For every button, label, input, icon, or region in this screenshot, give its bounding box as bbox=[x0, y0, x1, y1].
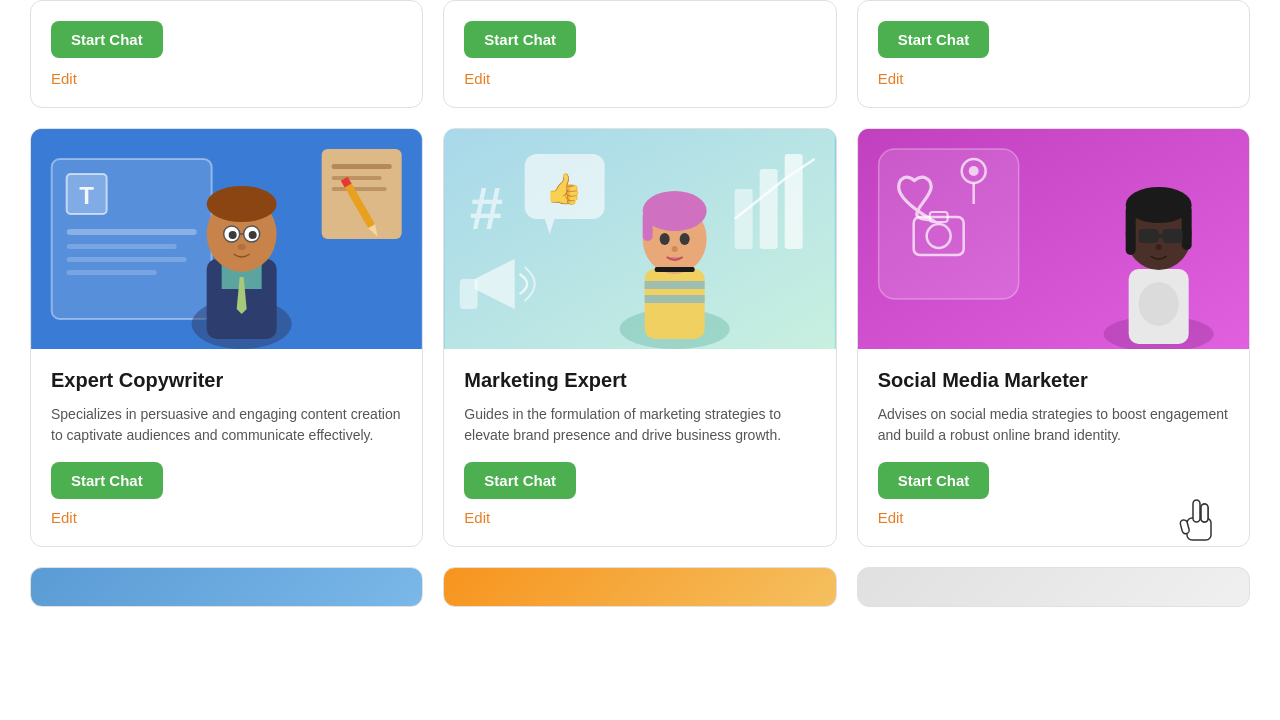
card-expert-copywriter-edit-button[interactable]: Edit bbox=[51, 509, 402, 526]
svg-rect-29 bbox=[735, 189, 753, 249]
svg-rect-50 bbox=[878, 149, 1018, 299]
svg-rect-45 bbox=[655, 267, 695, 272]
card-social-media-marketer-description: Advises on social media strategies to bo… bbox=[878, 404, 1229, 446]
card-social-media-marketer-edit-button[interactable]: Edit bbox=[878, 509, 1229, 526]
svg-text:#: # bbox=[470, 175, 503, 242]
svg-point-46 bbox=[660, 233, 670, 245]
svg-rect-7 bbox=[67, 270, 157, 275]
svg-point-26 bbox=[238, 244, 246, 250]
card-expert-copywriter-start-chat-button[interactable]: Start Chat bbox=[51, 462, 163, 499]
svg-point-56 bbox=[968, 166, 978, 176]
svg-rect-62 bbox=[1125, 205, 1135, 255]
svg-rect-66 bbox=[1158, 234, 1162, 238]
top-partial-row: Start Chat Edit Start Chat Edit Start Ch… bbox=[30, 0, 1250, 108]
card-expert-copywriter-actions: Start Chat Edit bbox=[51, 462, 402, 526]
cards-row: T bbox=[30, 128, 1250, 547]
card-expert-copywriter-image: T bbox=[31, 129, 422, 349]
svg-text:👍: 👍 bbox=[545, 171, 583, 207]
svg-text:T: T bbox=[79, 182, 94, 209]
svg-rect-64 bbox=[1138, 229, 1158, 243]
svg-rect-11 bbox=[332, 187, 387, 191]
card-social-media-marketer-actions: Start Chat Edit bbox=[878, 462, 1229, 526]
top-card-2: Start Chat Edit bbox=[443, 0, 836, 108]
card-social-media-marketer: Social Media Marketer Advises on social … bbox=[857, 128, 1250, 547]
card-marketing-expert-actions: Start Chat Edit bbox=[464, 462, 815, 526]
card-social-media-marketer-image bbox=[858, 129, 1249, 349]
svg-rect-6 bbox=[67, 257, 187, 262]
top-card-3-start-chat-button[interactable]: Start Chat bbox=[878, 21, 990, 58]
card-marketing-expert-title: Marketing Expert bbox=[464, 369, 815, 392]
svg-rect-5 bbox=[67, 244, 177, 249]
svg-rect-65 bbox=[1162, 229, 1182, 243]
bottom-partial-row bbox=[30, 567, 1250, 607]
svg-point-47 bbox=[680, 233, 690, 245]
card-marketing-expert-body: Marketing Expert Guides in the formulati… bbox=[444, 349, 835, 546]
card-marketing-expert-edit-button[interactable]: Edit bbox=[464, 509, 815, 526]
top-card-2-edit-button[interactable]: Edit bbox=[464, 70, 815, 87]
top-card-1: Start Chat Edit bbox=[30, 0, 423, 108]
top-card-2-start-chat-button[interactable]: Start Chat bbox=[464, 21, 576, 58]
svg-point-59 bbox=[1138, 282, 1178, 326]
svg-rect-63 bbox=[1181, 205, 1191, 250]
card-expert-copywriter-description: Specializes in persuasive and engaging c… bbox=[51, 404, 402, 446]
card-social-media-marketer-title: Social Media Marketer bbox=[878, 369, 1229, 392]
page-container: Start Chat Edit Start Chat Edit Start Ch… bbox=[0, 0, 1280, 720]
svg-rect-30 bbox=[760, 169, 778, 249]
bottom-card-1 bbox=[30, 567, 423, 607]
card-expert-copywriter-title: Expert Copywriter bbox=[51, 369, 402, 392]
top-card-3-edit-button[interactable]: Edit bbox=[878, 70, 1229, 87]
top-card-3: Start Chat Edit bbox=[857, 0, 1250, 108]
svg-point-23 bbox=[229, 231, 237, 239]
svg-rect-8 bbox=[322, 149, 402, 239]
top-card-1-start-chat-button[interactable]: Start Chat bbox=[51, 21, 163, 58]
svg-rect-44 bbox=[643, 211, 653, 241]
card-social-media-marketer-body: Social Media Marketer Advises on social … bbox=[858, 349, 1249, 546]
card-expert-copywriter-body: Expert Copywriter Specializes in persuas… bbox=[31, 349, 422, 546]
svg-point-67 bbox=[1155, 244, 1161, 250]
svg-rect-40 bbox=[645, 281, 705, 289]
svg-rect-37 bbox=[460, 279, 478, 309]
svg-rect-10 bbox=[332, 176, 382, 180]
svg-rect-9 bbox=[332, 164, 392, 169]
svg-point-48 bbox=[672, 246, 678, 252]
svg-point-20 bbox=[207, 186, 277, 222]
card-marketing-expert-start-chat-button[interactable]: Start Chat bbox=[464, 462, 576, 499]
card-marketing-expert-description: Guides in the formulation of marketing s… bbox=[464, 404, 815, 446]
svg-rect-39 bbox=[645, 269, 705, 339]
bottom-card-2 bbox=[443, 567, 836, 607]
card-marketing-expert: # 👍 bbox=[443, 128, 836, 547]
svg-rect-41 bbox=[645, 295, 705, 303]
svg-rect-4 bbox=[67, 229, 197, 235]
card-marketing-expert-image: # 👍 bbox=[444, 129, 835, 349]
card-social-media-marketer-start-chat-button[interactable]: Start Chat bbox=[878, 462, 990, 499]
bottom-card-3 bbox=[857, 567, 1250, 607]
card-expert-copywriter: T bbox=[30, 128, 423, 547]
top-card-1-edit-button[interactable]: Edit bbox=[51, 70, 402, 87]
svg-point-24 bbox=[249, 231, 257, 239]
